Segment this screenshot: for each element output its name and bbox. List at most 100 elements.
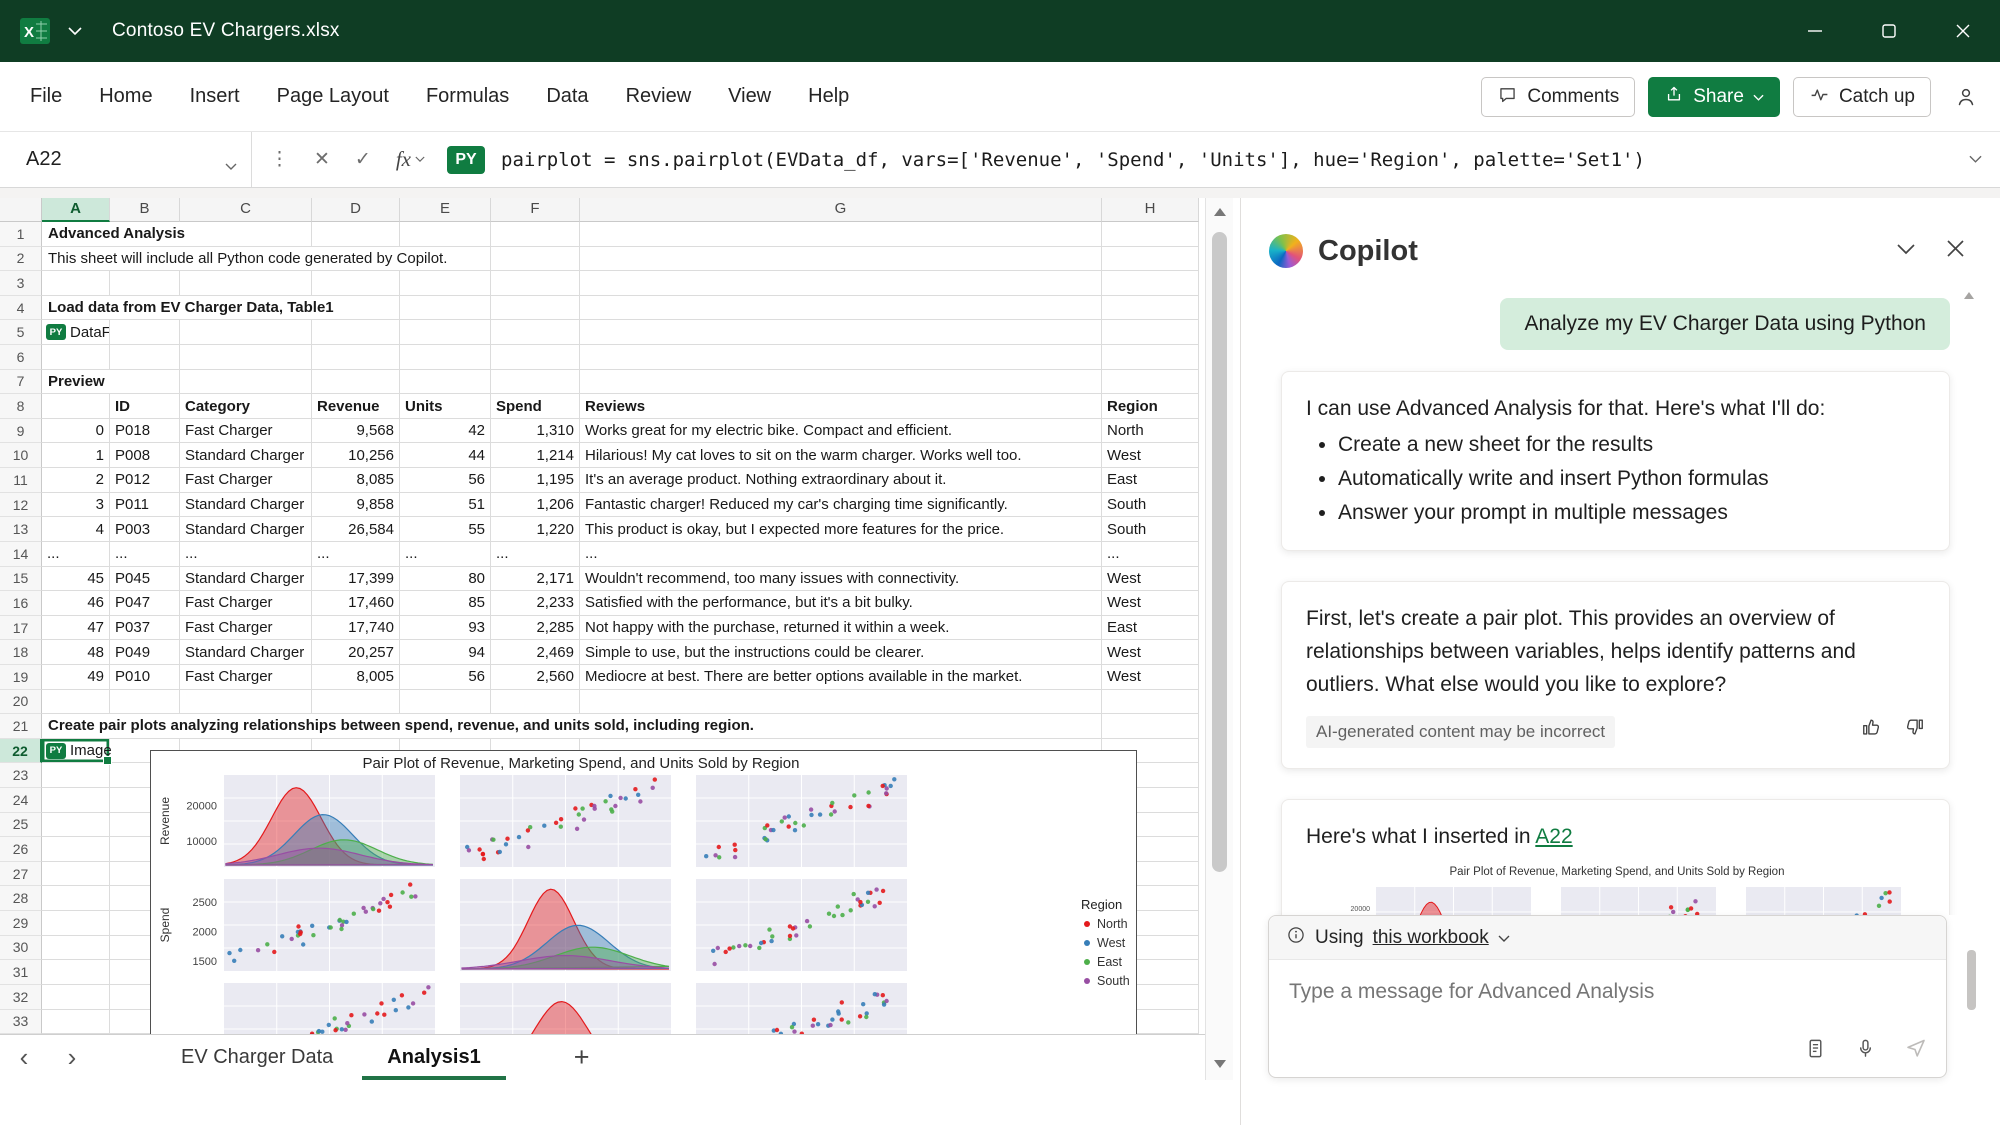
row-header-25[interactable]: 25: [0, 813, 42, 838]
cell-D15[interactable]: 17,399: [312, 567, 400, 592]
row-header-9[interactable]: 9: [0, 419, 42, 444]
row-header-32[interactable]: 32: [0, 985, 42, 1010]
cell-D11[interactable]: 8,085: [312, 468, 400, 493]
cell-E17[interactable]: 93: [400, 616, 491, 641]
cell-G9[interactable]: Works great for my electric bike. Compac…: [580, 419, 1102, 444]
cell-G2[interactable]: [580, 247, 1102, 272]
row-header-2[interactable]: 2: [0, 247, 42, 272]
column-header-E[interactable]: E: [400, 198, 491, 222]
grid-scrollbar-thumb[interactable]: [1212, 232, 1227, 872]
cell-B6[interactable]: [110, 345, 180, 370]
cell-D18[interactable]: 20,257: [312, 640, 400, 665]
cell-H13[interactable]: South: [1102, 517, 1199, 542]
column-header-F[interactable]: F: [491, 198, 580, 222]
cell-A11[interactable]: 2: [42, 468, 110, 493]
cell-A14[interactable]: ...: [42, 542, 110, 567]
cell-D10[interactable]: 10,256: [312, 443, 400, 468]
cell-H17[interactable]: East: [1102, 616, 1199, 641]
thumbs-up-icon[interactable]: [1861, 715, 1883, 748]
cell-F10[interactable]: 1,214: [491, 443, 580, 468]
cell-B15[interactable]: P045: [110, 567, 180, 592]
cell-F4[interactable]: [491, 296, 580, 321]
column-header-C[interactable]: C: [180, 198, 312, 222]
cell-D7[interactable]: [312, 370, 400, 395]
cell-G19[interactable]: Mediocre at best. There are better optio…: [580, 665, 1102, 690]
cell-A23[interactable]: [42, 763, 110, 788]
cell-G17[interactable]: Not happy with the purchase, returned it…: [580, 616, 1102, 641]
cell-G8[interactable]: Reviews: [580, 394, 1102, 419]
cell-C9[interactable]: Fast Charger: [180, 419, 312, 444]
cell-C17[interactable]: Fast Charger: [180, 616, 312, 641]
cell-G4[interactable]: [580, 296, 1102, 321]
ribbon-tab-insert[interactable]: Insert: [190, 85, 240, 108]
cell-C16[interactable]: Fast Charger: [180, 591, 312, 616]
column-header-A[interactable]: A: [42, 198, 110, 222]
cell-G6[interactable]: [580, 345, 1102, 370]
cell-A17[interactable]: 47: [42, 616, 110, 641]
row-header-1[interactable]: 1: [0, 222, 42, 247]
cell-H19[interactable]: West: [1102, 665, 1199, 690]
pairplot-chart[interactable]: Pair Plot of Revenue, Marketing Spend, a…: [150, 750, 1137, 1034]
cell-B9[interactable]: P018: [110, 419, 180, 444]
ribbon-tab-formulas[interactable]: Formulas: [426, 85, 509, 108]
cell-A26[interactable]: [42, 837, 110, 862]
send-icon[interactable]: [1904, 1036, 1928, 1065]
cell-G15[interactable]: Wouldn't recommend, too many issues with…: [580, 567, 1102, 592]
row-header-21[interactable]: 21: [0, 714, 42, 739]
cell-A5[interactable]: PYDataFrame: [42, 320, 110, 345]
row-header-28[interactable]: 28: [0, 886, 42, 911]
cell-H20[interactable]: [1102, 690, 1199, 715]
cell-D12[interactable]: 9,858: [312, 493, 400, 518]
cell-H8[interactable]: Region: [1102, 394, 1199, 419]
cell-D3[interactable]: [312, 271, 400, 296]
cell-F16[interactable]: 2,233: [491, 591, 580, 616]
cell-B12[interactable]: P011: [110, 493, 180, 518]
cell-E18[interactable]: 94: [400, 640, 491, 665]
cell-B16[interactable]: P047: [110, 591, 180, 616]
cell-G5[interactable]: [580, 320, 1102, 345]
row-header-16[interactable]: 16: [0, 591, 42, 616]
ribbon-tab-file[interactable]: File: [30, 85, 62, 108]
cell-A30[interactable]: [42, 936, 110, 961]
select-all-corner[interactable]: [0, 198, 42, 222]
row-header-23[interactable]: 23: [0, 763, 42, 788]
cell-F2[interactable]: [491, 247, 580, 272]
cell-C3[interactable]: [180, 271, 312, 296]
cell-E4[interactable]: [400, 296, 491, 321]
cell-B10[interactable]: P008: [110, 443, 180, 468]
cell-E8[interactable]: Units: [400, 394, 491, 419]
copilot-collapse-icon[interactable]: [1897, 242, 1915, 260]
ribbon-tab-data[interactable]: Data: [546, 85, 588, 108]
row-header-10[interactable]: 10: [0, 443, 42, 468]
row-header-11[interactable]: 11: [0, 468, 42, 493]
row-header-13[interactable]: 13: [0, 517, 42, 542]
cell-C8[interactable]: Category: [180, 394, 312, 419]
cell-link[interactable]: A22: [1535, 825, 1572, 848]
maximize-button[interactable]: [1852, 0, 1926, 62]
prompt-library-icon[interactable]: [1804, 1037, 1827, 1065]
cell-B14[interactable]: ...: [110, 542, 180, 567]
cell-C11[interactable]: Fast Charger: [180, 468, 312, 493]
cell-F18[interactable]: 2,469: [491, 640, 580, 665]
cell-D6[interactable]: [312, 345, 400, 370]
cell-E13[interactable]: 55: [400, 517, 491, 542]
cell-E1[interactable]: [400, 222, 491, 247]
column-header-G[interactable]: G: [580, 198, 1102, 222]
row-header-18[interactable]: 18: [0, 640, 42, 665]
cell-A6[interactable]: [42, 345, 110, 370]
cell-A9[interactable]: 0: [42, 419, 110, 444]
cell-D5[interactable]: [312, 320, 400, 345]
cell-A12[interactable]: 3: [42, 493, 110, 518]
comments-button[interactable]: Comments: [1481, 77, 1635, 117]
row-header-30[interactable]: 30: [0, 936, 42, 961]
cell-G7[interactable]: [580, 370, 1102, 395]
cell-A27[interactable]: [42, 862, 110, 887]
name-box-chevron-icon[interactable]: [225, 154, 237, 177]
cell-A19[interactable]: 49: [42, 665, 110, 690]
cell-G18[interactable]: Simple to use, but the instructions coul…: [580, 640, 1102, 665]
cell-C6[interactable]: [180, 345, 312, 370]
cell-A16[interactable]: 46: [42, 591, 110, 616]
cell-A22[interactable]: PYImage: [42, 739, 110, 764]
cell-F7[interactable]: [491, 370, 580, 395]
cell-H4[interactable]: [1102, 296, 1199, 321]
